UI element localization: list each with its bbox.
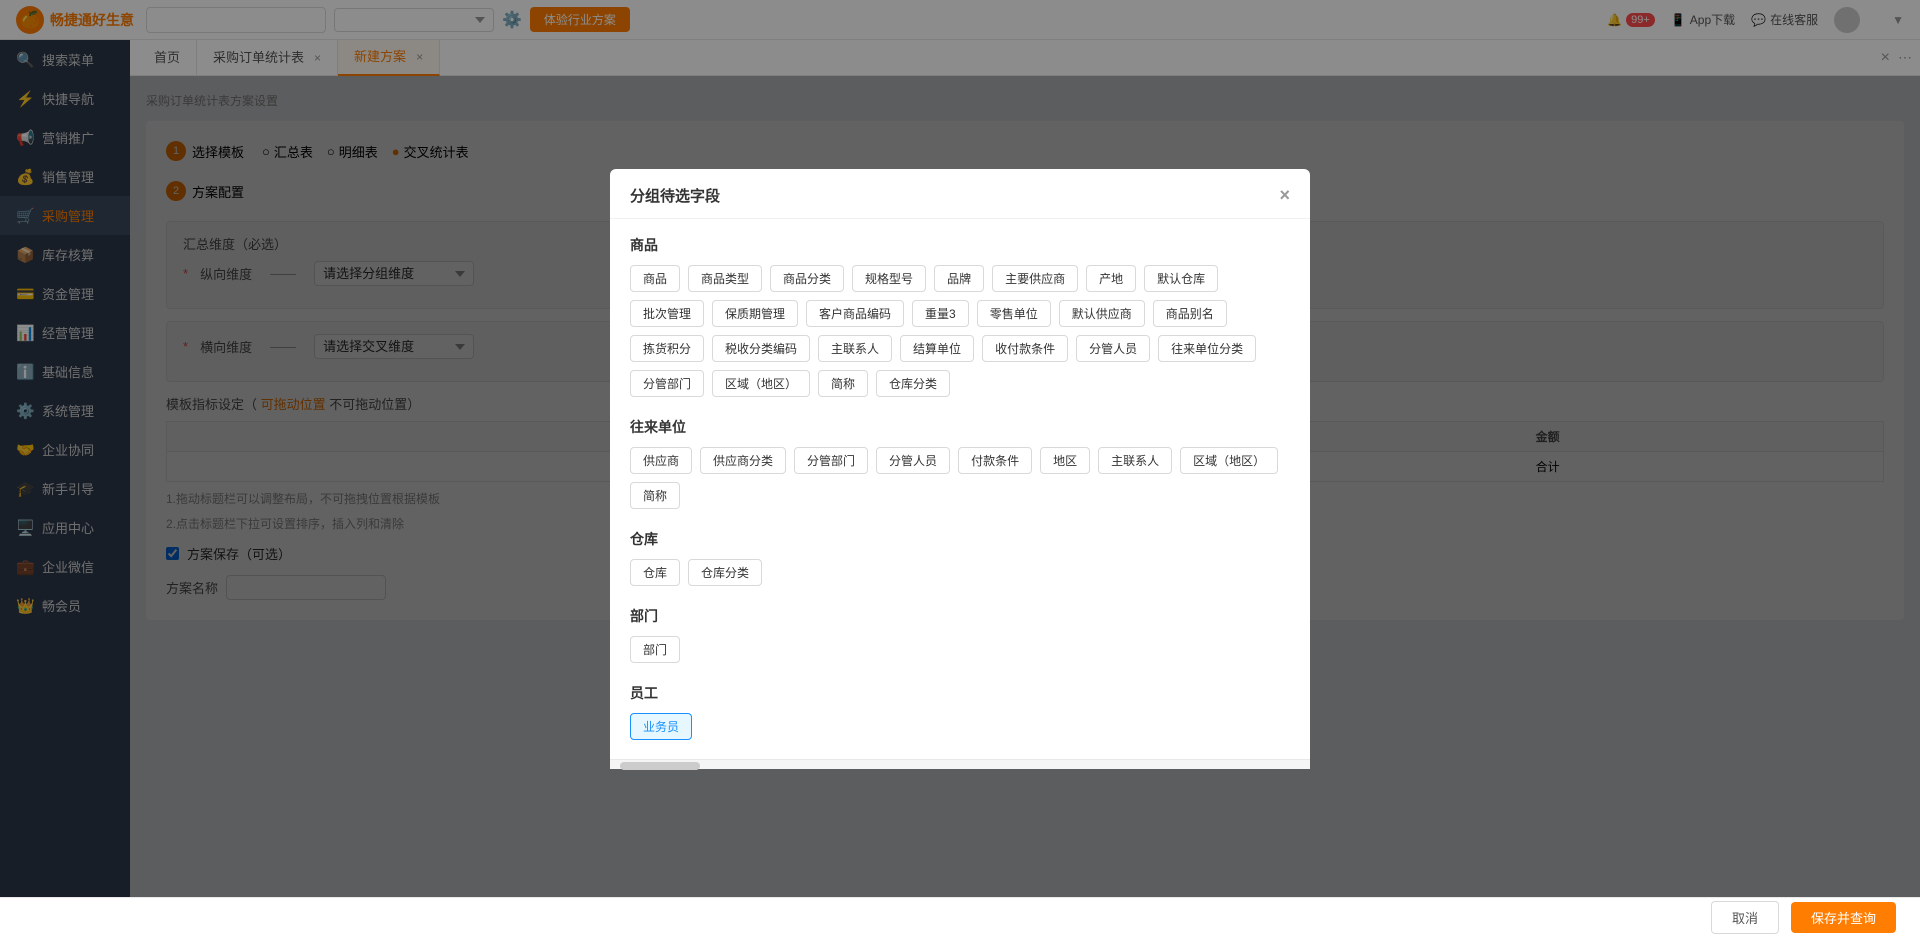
field-tag-dept-managed[interactable]: 分管部门 <box>630 370 704 397</box>
field-tags-product: 商品 商品类型 商品分类 规格型号 品牌 主要供应商 产地 默认仓库 批次管理 … <box>630 265 1290 397</box>
field-group-title-partner: 往来单位 <box>630 417 1290 437</box>
field-tag-customer-sku[interactable]: 客户商品编码 <box>806 300 904 327</box>
field-tag-supplier[interactable]: 供应商 <box>630 447 692 474</box>
field-tag-warehouse-category-product[interactable]: 仓库分类 <box>876 370 950 397</box>
field-tag-short-name-partner[interactable]: 简称 <box>630 482 680 509</box>
field-tag-supplier-category[interactable]: 供应商分类 <box>700 447 786 474</box>
field-group-warehouse: 仓库 仓库 仓库分类 <box>630 529 1290 586</box>
field-group-title-dept: 部门 <box>630 606 1290 626</box>
field-tag-brand[interactable]: 品牌 <box>934 265 984 292</box>
field-tag-supervisor[interactable]: 分管人员 <box>1076 335 1150 362</box>
field-tag-retail-unit[interactable]: 零售单位 <box>977 300 1051 327</box>
modal-overlay: 分组待选字段 × 商品 商品 商品类型 商品分类 规格型号 品牌 主要供应商 产… <box>0 0 1920 937</box>
field-tag-dept-partner[interactable]: 分管部门 <box>794 447 868 474</box>
field-tag-partner-category[interactable]: 往来单位分类 <box>1158 335 1256 362</box>
field-tags-dept: 部门 <box>630 636 1290 663</box>
field-tag-warehouse-category[interactable]: 仓库分类 <box>688 559 762 586</box>
field-tag-default-supplier[interactable]: 默认供应商 <box>1059 300 1145 327</box>
modal-header: 分组待选字段 × <box>610 169 1310 219</box>
field-tag-area-partner[interactable]: 地区 <box>1040 447 1090 474</box>
field-tag-batch-mgmt[interactable]: 批次管理 <box>630 300 704 327</box>
field-group-title-product: 商品 <box>630 235 1290 255</box>
field-group-staff: 员工 业务员 <box>630 683 1290 740</box>
field-tag-weight[interactable]: 重量3 <box>912 300 969 327</box>
modal-title: 分组待选字段 <box>630 185 720 206</box>
field-tag-product-alias[interactable]: 商品别名 <box>1153 300 1227 327</box>
cancel-button[interactable]: 取消 <box>1711 901 1779 934</box>
field-tag-expiry-mgmt[interactable]: 保质期管理 <box>712 300 798 327</box>
modal: 分组待选字段 × 商品 商品 商品类型 商品分类 规格型号 品牌 主要供应商 产… <box>610 169 1310 769</box>
field-tag-main-contact[interactable]: 主联系人 <box>818 335 892 362</box>
field-tag-payment-condition[interactable]: 付款条件 <box>958 447 1032 474</box>
save-query-button[interactable]: 保存并查询 <box>1791 902 1896 933</box>
field-tag-pick-points[interactable]: 拣货积分 <box>630 335 704 362</box>
field-group-partner: 往来单位 供应商 供应商分类 分管部门 分管人员 付款条件 地区 主联系人 区域… <box>630 417 1290 509</box>
field-tag-product-type[interactable]: 商品类型 <box>688 265 762 292</box>
field-tag-main-contact-partner[interactable]: 主联系人 <box>1098 447 1172 474</box>
field-tag-settlement-unit[interactable]: 结算单位 <box>900 335 974 362</box>
field-group-product: 商品 商品 商品类型 商品分类 规格型号 品牌 主要供应商 产地 默认仓库 批次… <box>630 235 1290 397</box>
field-tags-warehouse: 仓库 仓库分类 <box>630 559 1290 586</box>
field-tag-region-product[interactable]: 区域（地区） <box>712 370 810 397</box>
modal-horizontal-scrollbar[interactable] <box>610 759 1310 769</box>
modal-scroll-thumb <box>620 762 700 770</box>
action-bar: 取消 保存并查询 <box>0 897 1920 937</box>
field-group-title-staff: 员工 <box>630 683 1290 703</box>
field-tag-default-warehouse[interactable]: 默认仓库 <box>1144 265 1218 292</box>
field-tag-warehouse[interactable]: 仓库 <box>630 559 680 586</box>
field-tag-spec-model[interactable]: 规格型号 <box>852 265 926 292</box>
field-tag-product-category[interactable]: 商品分类 <box>770 265 844 292</box>
field-tag-product[interactable]: 商品 <box>630 265 680 292</box>
field-tag-region-partner[interactable]: 区域（地区） <box>1180 447 1278 474</box>
field-tag-tax-code[interactable]: 税收分类编码 <box>712 335 810 362</box>
field-tag-supervisor-partner[interactable]: 分管人员 <box>876 447 950 474</box>
field-tags-partner: 供应商 供应商分类 分管部门 分管人员 付款条件 地区 主联系人 区域（地区） … <box>630 447 1290 509</box>
modal-close-button[interactable]: × <box>1279 186 1290 204</box>
field-tags-staff: 业务员 <box>630 713 1290 740</box>
field-tag-salesperson[interactable]: 业务员 <box>630 713 692 740</box>
field-tag-short-name-product[interactable]: 简称 <box>818 370 868 397</box>
field-tag-main-supplier[interactable]: 主要供应商 <box>992 265 1078 292</box>
field-group-dept: 部门 部门 <box>630 606 1290 663</box>
field-tag-payment-terms[interactable]: 收付款条件 <box>982 335 1068 362</box>
field-tag-dept[interactable]: 部门 <box>630 636 680 663</box>
field-group-title-warehouse: 仓库 <box>630 529 1290 549</box>
field-tag-origin[interactable]: 产地 <box>1086 265 1136 292</box>
modal-body: 商品 商品 商品类型 商品分类 规格型号 品牌 主要供应商 产地 默认仓库 批次… <box>610 219 1310 759</box>
